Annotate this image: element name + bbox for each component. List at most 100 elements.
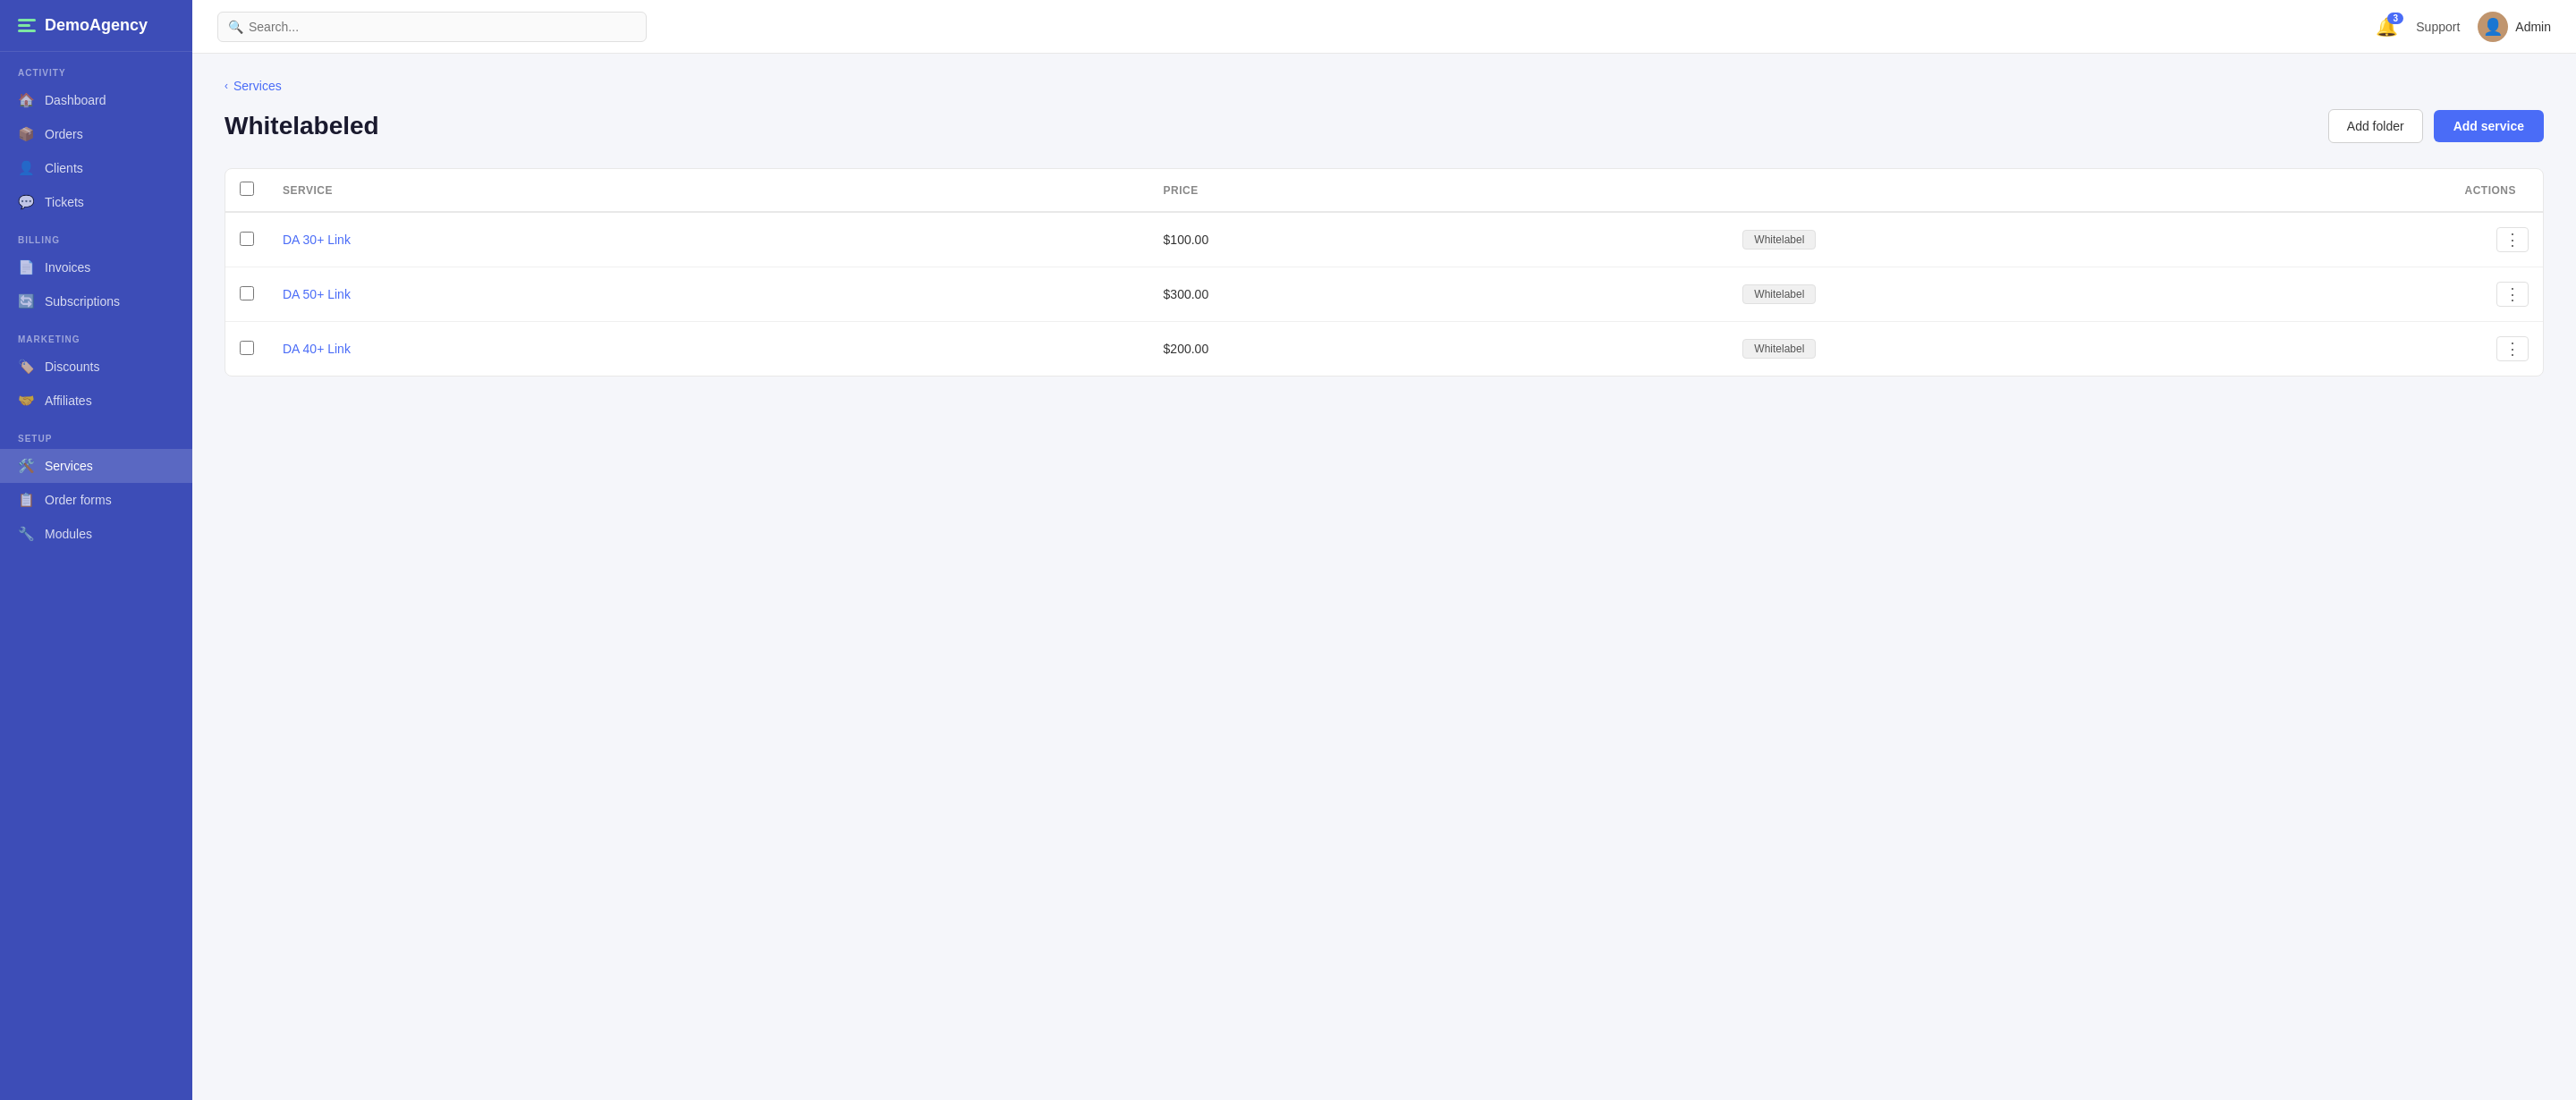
sidebar-item-label: Subscriptions <box>45 294 120 309</box>
logo-icon <box>18 19 36 32</box>
row-badge-cell: Whitelabel <box>1728 322 2450 377</box>
sidebar-item-label: Affiliates <box>45 393 92 408</box>
sidebar-item-modules[interactable]: 🔧 Modules <box>0 517 192 551</box>
row-actions-cell: ⋮ <box>2451 267 2544 322</box>
main-area: 🔍 🔔 3 Support 👤 Admin ‹ Services Whitela… <box>192 0 2576 1100</box>
services-table-card: SERVICE PRICE ACTIONS DA 30+ Link $100.0… <box>225 168 2544 377</box>
sidebar-item-discounts[interactable]: 🏷️ Discounts <box>0 350 192 384</box>
row-checkbox-cell <box>225 212 268 267</box>
tickets-icon: 💬 <box>18 194 34 210</box>
row-service-cell: DA 50+ Link <box>268 267 1149 322</box>
col-header-service: SERVICE <box>268 169 1149 212</box>
breadcrumb-label: Services <box>233 79 282 93</box>
sidebar-item-label: Clients <box>45 161 83 175</box>
sidebar-item-order-forms[interactable]: 📋 Order forms <box>0 483 192 517</box>
row-badge-cell: Whitelabel <box>1728 267 2450 322</box>
avatar: 👤 <box>2478 12 2508 42</box>
row-service-cell: DA 40+ Link <box>268 322 1149 377</box>
sidebar-item-subscriptions[interactable]: 🔄 Subscriptions <box>0 284 192 318</box>
discounts-icon: 🏷️ <box>18 359 34 375</box>
orders-icon: 📦 <box>18 126 34 142</box>
dashboard-icon: 🏠 <box>18 92 34 108</box>
breadcrumb-chevron: ‹ <box>225 80 228 92</box>
sidebar-item-label: Order forms <box>45 493 112 507</box>
whitelabel-badge: Whitelabel <box>1742 284 1816 304</box>
row-actions-button-1[interactable]: ⋮ <box>2496 282 2529 307</box>
page-header: Whitelabeled Add folder Add service <box>225 109 2544 143</box>
table-head: SERVICE PRICE ACTIONS <box>225 169 2543 212</box>
admin-menu[interactable]: 👤 Admin <box>2478 12 2551 42</box>
sidebar-item-clients[interactable]: 👤 Clients <box>0 151 192 185</box>
topbar: 🔍 🔔 3 Support 👤 Admin <box>192 0 2576 54</box>
table-row: DA 30+ Link $100.00 Whitelabel ⋮ <box>225 212 2543 267</box>
table-row: DA 50+ Link $300.00 Whitelabel ⋮ <box>225 267 2543 322</box>
admin-name: Admin <box>2515 20 2551 34</box>
sidebar-item-dashboard[interactable]: 🏠 Dashboard <box>0 83 192 117</box>
notification-badge: 3 <box>2387 13 2403 24</box>
sidebar-item-label: Tickets <box>45 195 84 209</box>
sidebar-item-label: Discounts <box>45 360 99 374</box>
modules-icon: 🔧 <box>18 526 34 542</box>
row-badge-cell: Whitelabel <box>1728 212 2450 267</box>
logo[interactable]: DemoAgency <box>0 0 192 52</box>
select-all-checkbox[interactable] <box>240 182 254 196</box>
col-header-badge <box>1728 169 2450 212</box>
service-link-0[interactable]: DA 30+ Link <box>283 233 351 247</box>
sidebar-item-invoices[interactable]: 📄 Invoices <box>0 250 192 284</box>
add-service-button[interactable]: Add service <box>2434 110 2544 142</box>
section-label-marketing: MARKETING <box>0 318 192 350</box>
row-checkbox-2[interactable] <box>240 341 254 355</box>
subscriptions-icon: 🔄 <box>18 293 34 309</box>
row-checkbox-1[interactable] <box>240 286 254 300</box>
section-label-setup: SETUP <box>0 418 192 449</box>
col-header-actions: ACTIONS <box>2451 169 2544 212</box>
row-price-cell: $300.00 <box>1149 267 1729 322</box>
sidebar-item-label: Services <box>45 459 93 473</box>
whitelabel-badge: Whitelabel <box>1742 339 1816 359</box>
notification-button[interactable]: 🔔 3 <box>2376 16 2398 38</box>
breadcrumb[interactable]: ‹ Services <box>225 79 2544 93</box>
service-link-1[interactable]: DA 50+ Link <box>283 287 351 301</box>
table-body: DA 30+ Link $100.00 Whitelabel ⋮ DA 50+ … <box>225 212 2543 376</box>
sidebar: DemoAgency ACTIVITY 🏠 Dashboard 📦 Orders… <box>0 0 192 1100</box>
topbar-right: 🔔 3 Support 👤 Admin <box>2376 12 2551 42</box>
affiliates-icon: 🤝 <box>18 393 34 409</box>
row-actions-cell: ⋮ <box>2451 212 2544 267</box>
sidebar-item-label: Dashboard <box>45 93 106 107</box>
page-title: Whitelabeled <box>225 112 379 140</box>
services-icon: 🛠️ <box>18 458 34 474</box>
sidebar-item-affiliates[interactable]: 🤝 Affiliates <box>0 384 192 418</box>
content-area: ‹ Services Whitelabeled Add folder Add s… <box>192 54 2576 1100</box>
support-link[interactable]: Support <box>2416 20 2460 34</box>
table-row: DA 40+ Link $200.00 Whitelabel ⋮ <box>225 322 2543 377</box>
row-actions-button-0[interactable]: ⋮ <box>2496 227 2529 252</box>
sidebar-item-label: Modules <box>45 527 92 541</box>
service-link-2[interactable]: DA 40+ Link <box>283 342 351 356</box>
order-forms-icon: 📋 <box>18 492 34 508</box>
row-checkbox-cell <box>225 322 268 377</box>
search-icon: 🔍 <box>228 20 243 34</box>
row-checkbox-0[interactable] <box>240 232 254 246</box>
row-actions-button-2[interactable]: ⋮ <box>2496 336 2529 361</box>
sidebar-item-services[interactable]: 🛠️ Services <box>0 449 192 483</box>
row-actions-cell: ⋮ <box>2451 322 2544 377</box>
row-checkbox-cell <box>225 267 268 322</box>
row-service-cell: DA 30+ Link <box>268 212 1149 267</box>
search-wrapper: 🔍 <box>217 12 647 42</box>
clients-icon: 👤 <box>18 160 34 176</box>
app-name: DemoAgency <box>45 16 148 35</box>
sidebar-item-label: Invoices <box>45 260 90 275</box>
row-price-cell: $200.00 <box>1149 322 1729 377</box>
invoices-icon: 📄 <box>18 259 34 275</box>
col-header-price: PRICE <box>1149 169 1729 212</box>
add-folder-button[interactable]: Add folder <box>2328 109 2423 143</box>
sidebar-item-orders[interactable]: 📦 Orders <box>0 117 192 151</box>
whitelabel-badge: Whitelabel <box>1742 230 1816 250</box>
services-table: SERVICE PRICE ACTIONS DA 30+ Link $100.0… <box>225 169 2543 376</box>
section-label-activity: ACTIVITY <box>0 52 192 83</box>
sidebar-item-tickets[interactable]: 💬 Tickets <box>0 185 192 219</box>
section-label-billing: BILLING <box>0 219 192 250</box>
header-actions: Add folder Add service <box>2328 109 2544 143</box>
row-price-cell: $100.00 <box>1149 212 1729 267</box>
search-input[interactable] <box>217 12 647 42</box>
